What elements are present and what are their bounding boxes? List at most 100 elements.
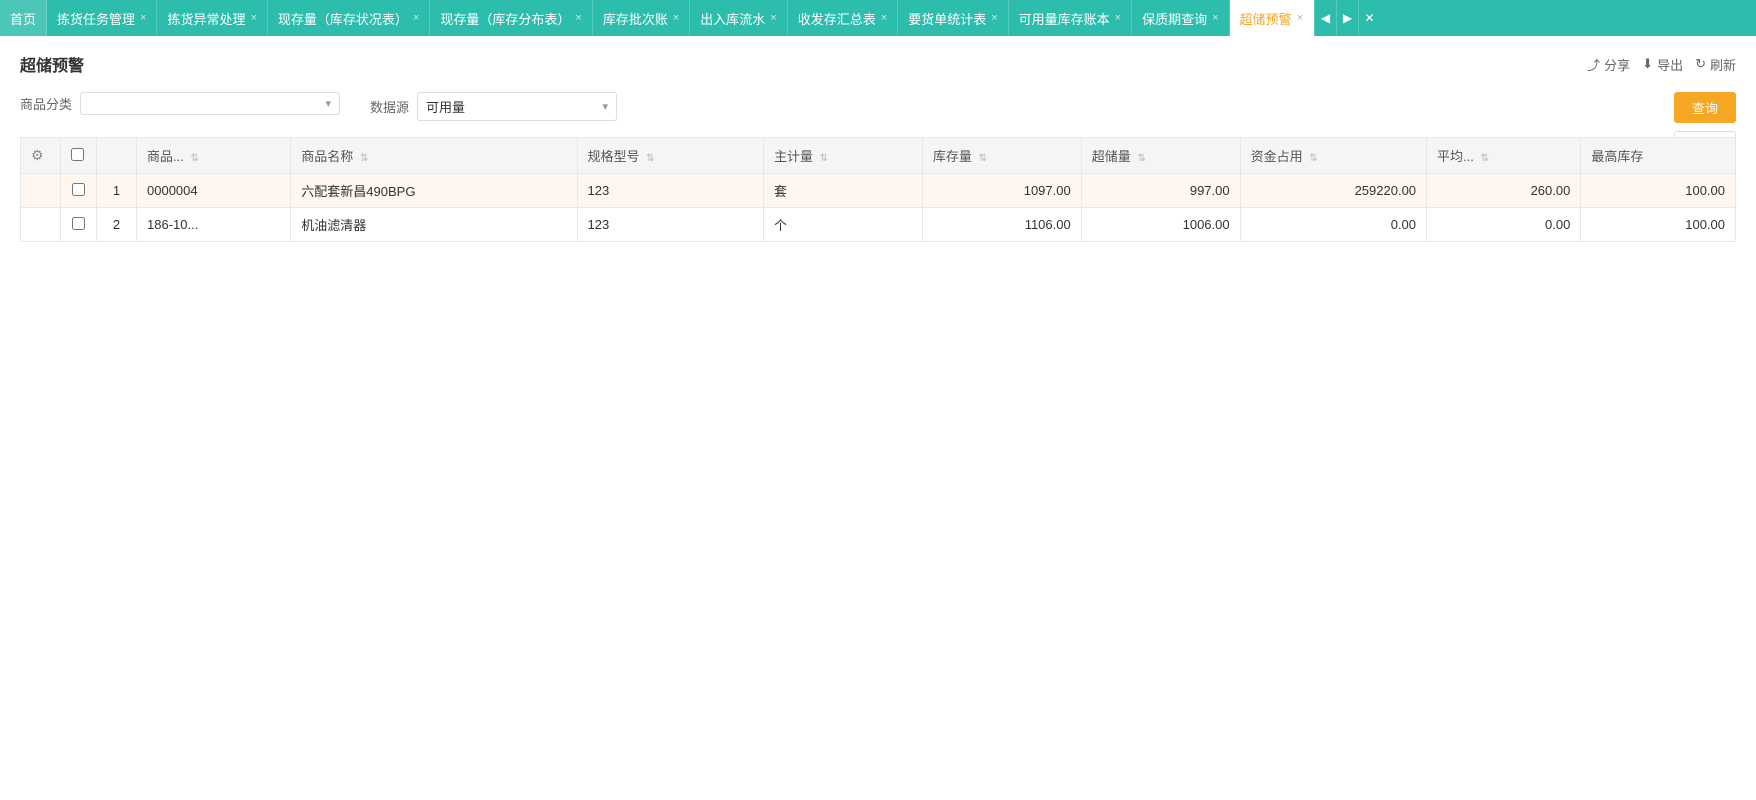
nav-prev-arrow[interactable]: ◀ — [1314, 0, 1336, 36]
sort-icon: ⇅ — [978, 153, 986, 164]
datasource-select[interactable]: 可用量 ▾ — [417, 92, 617, 121]
chevron-down-icon: ▾ — [325, 97, 331, 110]
td-capital: 259220.00 — [1240, 174, 1426, 208]
datasource-select-value: 可用量 — [426, 97, 465, 116]
export-button[interactable]: ⬇ 导出 — [1642, 55, 1683, 74]
th-unit[interactable]: 主计量 ⇅ — [763, 138, 922, 174]
data-table: ⚙ 商品... ⇅ 商品名称 ⇅ 规格型号 — [20, 137, 1736, 242]
category-select[interactable]: ▾ — [80, 92, 340, 115]
td-avg: 0.00 — [1427, 208, 1581, 242]
td-rownum: 1 — [97, 174, 137, 208]
page-header: 超储预警 ⤴ 分享 ⬇ 导出 ↻ 刷新 — [20, 52, 1736, 76]
td-spec: 123 — [577, 208, 763, 242]
nav-item-order-stats[interactable]: 要货单统计表 × — [898, 0, 1008, 36]
td-product-name: 六配套新昌490BPG — [291, 174, 577, 208]
header-actions: ⤴ 分享 ⬇ 导出 ↻ 刷新 — [1587, 55, 1736, 74]
sort-icon: ⇅ — [646, 153, 654, 164]
row-checkbox[interactable] — [72, 183, 85, 196]
td-checkbox — [61, 174, 97, 208]
td-unit: 套 — [763, 174, 922, 208]
close-icon[interactable]: × — [770, 12, 776, 24]
td-max-stock: 100.00 — [1581, 208, 1736, 242]
refresh-button[interactable]: ↻ 刷新 — [1695, 55, 1736, 74]
th-product-name[interactable]: 商品名称 ⇅ — [291, 138, 577, 174]
close-icon[interactable]: × — [1115, 12, 1121, 24]
page-title: 超储预警 — [20, 52, 84, 76]
nav-item-home[interactable]: 首页 — [0, 0, 47, 36]
table-row: 2 186-10... 机油滤清器 123 个 1106.00 1006.00 … — [21, 208, 1736, 242]
top-navigation: 首页 拣货任务管理 × 拣货异常处理 × 现存量（库存状况表） × 现存量（库存… — [0, 0, 1756, 36]
td-overstock: 1006.00 — [1081, 208, 1240, 242]
nav-item-inventory-batch[interactable]: 库存批次账 × — [593, 0, 690, 36]
nav-item-quality-period[interactable]: 保质期查询 × — [1132, 0, 1229, 36]
td-stock: 1106.00 — [922, 208, 1081, 242]
td-overstock: 997.00 — [1081, 174, 1240, 208]
table-body: 1 0000004 六配套新昌490BPG 123 套 1097.00 997.… — [21, 174, 1736, 242]
nav-item-inventory-status[interactable]: 现存量（库存状况表） × — [268, 0, 430, 36]
th-product-code[interactable]: 商品... ⇅ — [137, 138, 291, 174]
table-wrapper: ⚙ 商品... ⇅ 商品名称 ⇅ 规格型号 — [20, 137, 1736, 242]
close-icon[interactable]: × — [413, 12, 419, 24]
export-icon: ⬇ — [1642, 56, 1653, 72]
th-stock[interactable]: 库存量 ⇅ — [922, 138, 1081, 174]
table-header: ⚙ 商品... ⇅ 商品名称 ⇅ 规格型号 — [21, 138, 1736, 174]
sort-icon: ⇅ — [190, 153, 198, 164]
refresh-icon: ↻ — [1695, 56, 1706, 72]
sort-icon: ⇅ — [820, 153, 828, 164]
td-checkbox — [61, 208, 97, 242]
query-button[interactable]: 查询 — [1674, 92, 1736, 123]
gear-icon[interactable]: ⚙ — [31, 147, 44, 163]
close-icon[interactable]: × — [250, 12, 256, 24]
filter-section: 商品分类 ▾ 数据源 可用量 ▾ 查询 设置 — [20, 92, 1736, 121]
nav-item-squeeze-task[interactable]: 拣货任务管理 × — [47, 0, 157, 36]
nav-next-arrow[interactable]: ▶ — [1336, 0, 1358, 36]
td-product-code: 0000004 — [137, 174, 291, 208]
td-settings — [21, 208, 61, 242]
table-row: 1 0000004 六配套新昌490BPG 123 套 1097.00 997.… — [21, 174, 1736, 208]
nav-close-arrow[interactable]: ✕ — [1358, 0, 1380, 36]
th-rownum — [97, 138, 137, 174]
sort-icon: ⇅ — [1481, 153, 1489, 164]
row-checkbox[interactable] — [72, 217, 85, 230]
nav-item-squeeze-abnormal[interactable]: 拣货异常处理 × — [157, 0, 267, 36]
td-max-stock: 100.00 — [1581, 174, 1736, 208]
td-stock: 1097.00 — [922, 174, 1081, 208]
close-icon[interactable]: × — [1212, 12, 1218, 24]
sort-icon: ⇅ — [1309, 153, 1317, 164]
nav-item-overstock-warning[interactable]: 超储预警 × — [1230, 0, 1314, 36]
close-icon[interactable]: × — [673, 12, 679, 24]
nav-item-recv-send-summary[interactable]: 收发存汇总表 × — [788, 0, 898, 36]
datasource-filter: 数据源 可用量 ▾ — [370, 92, 617, 121]
datasource-label: 数据源 — [370, 97, 409, 116]
td-product-code: 186-10... — [137, 208, 291, 242]
filter-row: 商品分类 ▾ 数据源 可用量 ▾ — [20, 92, 1736, 121]
th-capital[interactable]: 资金占用 ⇅ — [1240, 138, 1426, 174]
close-icon[interactable]: × — [991, 12, 997, 24]
sort-icon: ⇅ — [360, 153, 368, 164]
td-rownum: 2 — [97, 208, 137, 242]
td-settings — [21, 174, 61, 208]
nav-item-inventory-dist[interactable]: 现存量（库存分布表） × — [430, 0, 592, 36]
select-all-checkbox[interactable] — [71, 148, 84, 161]
td-capital: 0.00 — [1240, 208, 1426, 242]
close-icon[interactable]: × — [140, 12, 146, 24]
th-spec[interactable]: 规格型号 ⇅ — [577, 138, 763, 174]
td-product-name: 机油滤清器 — [291, 208, 577, 242]
td-spec: 123 — [577, 174, 763, 208]
close-icon[interactable]: × — [575, 12, 581, 24]
td-avg: 260.00 — [1427, 174, 1581, 208]
category-label: 商品分类 — [20, 94, 72, 113]
th-max-stock[interactable]: 最高库存 — [1581, 138, 1736, 174]
share-button[interactable]: ⤴ 分享 — [1587, 55, 1630, 74]
close-icon[interactable]: × — [881, 12, 887, 24]
th-checkbox — [61, 138, 97, 174]
header-row: ⚙ 商品... ⇅ 商品名称 ⇅ 规格型号 — [21, 138, 1736, 174]
td-unit: 个 — [763, 208, 922, 242]
close-icon[interactable]: × — [1297, 12, 1303, 24]
page-content: 超储预警 ⤴ 分享 ⬇ 导出 ↻ 刷新 商品分类 ▾ — [0, 36, 1756, 800]
th-overstock[interactable]: 超储量 ⇅ — [1081, 138, 1240, 174]
nav-item-in-out-flow[interactable]: 出入库流水 × — [690, 0, 787, 36]
th-avg[interactable]: 平均... ⇅ — [1427, 138, 1581, 174]
chevron-down-icon: ▾ — [603, 100, 609, 113]
nav-item-available-inventory[interactable]: 可用量库存账本 × — [1009, 0, 1132, 36]
